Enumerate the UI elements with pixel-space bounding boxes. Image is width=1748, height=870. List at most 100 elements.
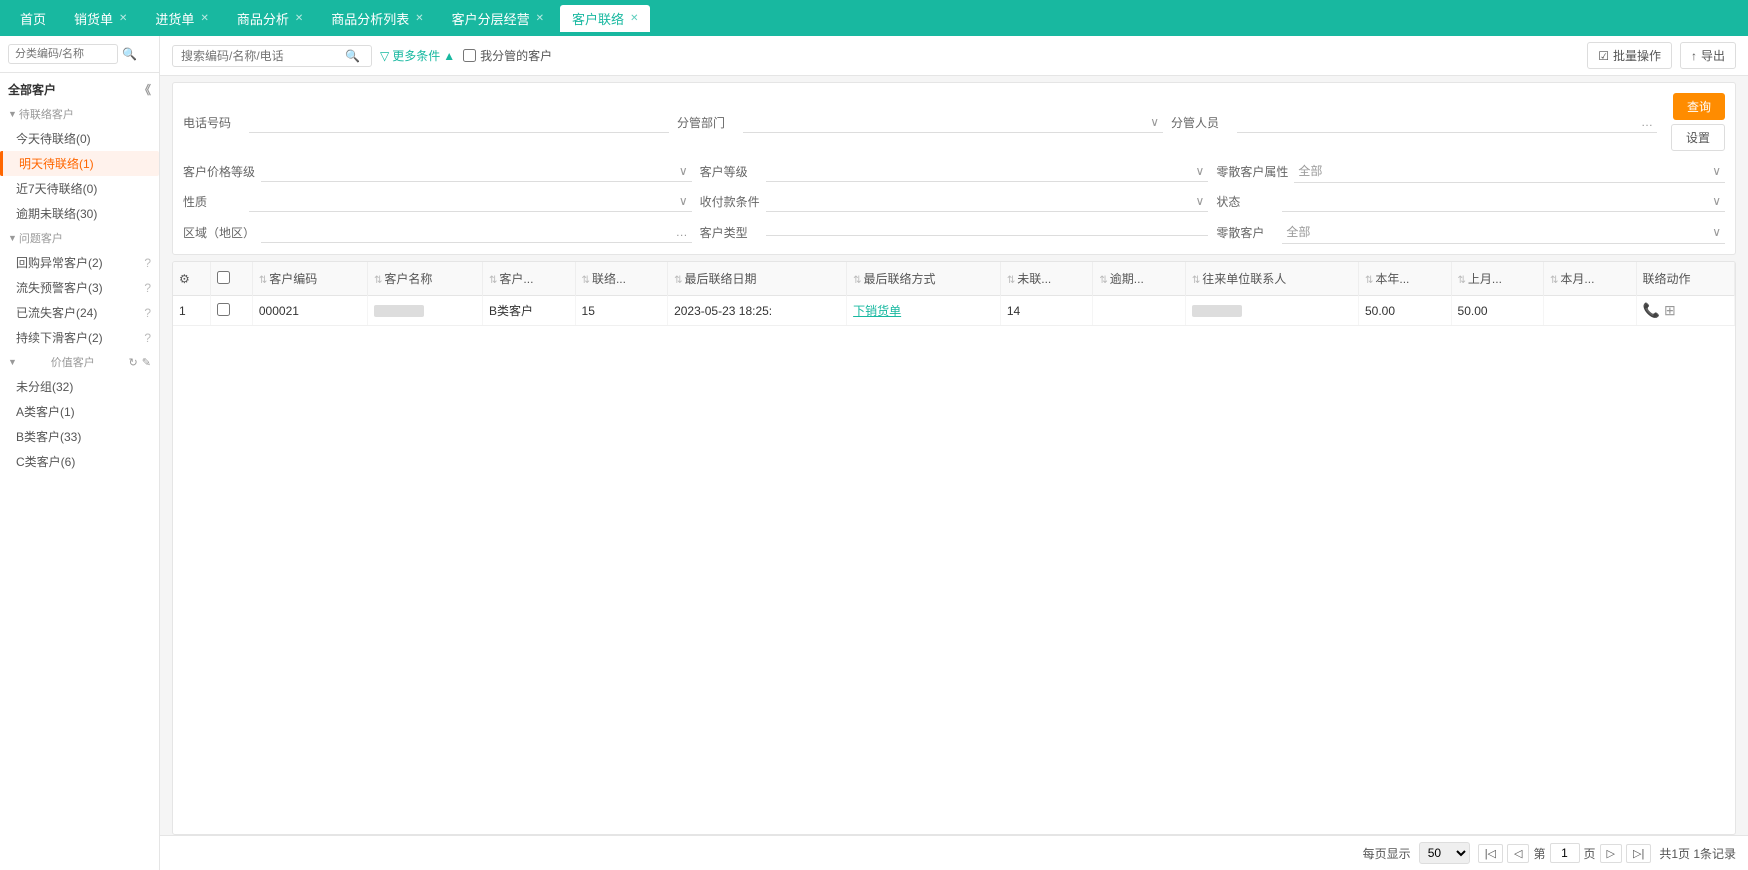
th-last-contact-method[interactable]: 最后联络方式 [847,262,1001,296]
nav-product-analysis[interactable]: 商品分析 ✕ [225,5,315,32]
last-page-btn[interactable]: ▷| [1626,844,1651,863]
th-last-month[interactable]: 上月... [1451,262,1544,296]
filter-customer-level: 客户等级 ∨ [700,161,1209,182]
sidebar-collapse-icon[interactable]: 《 [139,81,151,98]
filter-retail-customer-select[interactable]: 全部 ∨ [1282,220,1725,244]
more-conditions-label: 更多条件 [392,47,440,64]
sidebar-search-icon[interactable]: 🔍 [122,47,137,61]
th-type[interactable]: 客户... [483,262,576,296]
gear-icon[interactable]: ⚙ [179,272,190,286]
filter-person: 分管人员 … [1171,112,1657,133]
sidebar-item-tomorrow[interactable]: 明天待联络(1) [0,151,159,176]
edit-icon[interactable]: ✎ [142,356,151,369]
filter-customer-level-select[interactable]: ∨ [766,161,1209,182]
th-this-year[interactable]: 本年... [1359,262,1452,296]
td-checkbox [210,296,252,326]
sidebar-item-overdue[interactable]: 逾期未联络(30) [0,201,159,226]
nav-customer-segment-close[interactable]: ✕ [536,13,544,24]
batch-operation-btn[interactable]: ☑ 批量操作 [1587,42,1672,69]
sidebar-item-ungrouped[interactable]: 未分组(32) [0,374,159,399]
nav-sales-label: 销货单 [74,9,113,28]
filter-customer-type-label: 客户类型 [700,224,760,241]
my-customers-checkbox-label[interactable]: 我分管的客户 [463,47,552,64]
row-checkbox[interactable] [217,303,230,316]
nav-home[interactable]: 首页 [8,5,58,32]
sidebar-item-abnormal[interactable]: 回购异常客户(2) ? [0,250,159,275]
filter-gender-label: 性质 [183,193,243,210]
sidebar-item-today[interactable]: 今天待联络(0) [0,126,159,151]
th-overdue[interactable]: 逾期... [1093,262,1186,296]
chevron-down-icon-dept: ∨ [1150,115,1159,129]
sidebar-search-input[interactable] [8,44,118,64]
next-page-btn[interactable]: ▷ [1600,844,1622,863]
th-unreached[interactable]: 未联... [1000,262,1093,296]
sidebar-item-losing[interactable]: 流失预警客户(3) ? [0,275,159,300]
nav-sales-close[interactable]: ✕ [119,13,127,24]
first-page-btn[interactable]: |◁ [1478,844,1503,863]
sidebar-item-lost[interactable]: 已流失客户(24) ? [0,300,159,325]
th-this-month[interactable]: 本月... [1544,262,1637,296]
table-area: ⚙ 客户编码 客户名称 客户... 联络... 最后联络日期 最后联络方式 未联… [172,261,1736,835]
th-code[interactable]: 客户编码 [252,262,367,296]
filter-retail-attr-value: 全部 [1298,162,1322,179]
filter-row-2: 客户价格等级 ∨ 客户等级 ∨ 零散客户属性 全部 [183,159,1725,183]
nav-product-analysis-close[interactable]: ✕ [295,13,303,24]
nav-customer-contact[interactable]: 客户联络 ✕ [560,5,650,32]
main-search-input[interactable] [181,49,341,63]
nav-customer-segment[interactable]: 客户分层经营 ✕ [440,5,556,32]
th-last-contact-date[interactable]: 最后联络日期 [668,262,847,296]
per-page-select[interactable]: 50 100 200 [1419,842,1470,864]
filter-person-select[interactable]: … [1237,112,1657,133]
more-conditions-btn[interactable]: ▽ 更多条件 ▲ [380,47,455,64]
per-page-label: 每页显示 [1363,845,1411,862]
sidebar-item-classB[interactable]: B类客户(33) [0,424,159,449]
main-search-icon[interactable]: 🔍 [345,49,360,63]
filter-payment-label: 收付款条件 [700,193,760,210]
filter-phone-label: 电话号码 [183,114,243,131]
customer-name-blurred [374,305,424,317]
filter-region-label: 区域（地区） [183,224,255,241]
filter-retail-customer-label: 零散客户 [1216,224,1276,241]
filter-customer-type-select[interactable] [766,229,1209,236]
top-nav: 首页 销货单 ✕ 进货单 ✕ 商品分析 ✕ 商品分析列表 ✕ 客户分层经营 ✕ … [0,0,1748,36]
filter-phone-input[interactable] [249,112,669,133]
filter-region-dots[interactable]: … [676,225,688,239]
filter-retail-attr-label: 零散客户属性 [1216,163,1288,180]
th-unit-contact[interactable]: 往来单位联系人 [1185,262,1358,296]
filter-retail-attr-select[interactable]: 全部 ∨ [1294,159,1725,183]
filter-phone: 电话号码 [183,112,669,133]
th-name[interactable]: 客户名称 [367,262,482,296]
sidebar-group-problem: 问题客户 [0,226,159,250]
grid-icon[interactable]: ⊞ [1664,302,1676,319]
page-input[interactable] [1550,843,1580,863]
sidebar-item-classA[interactable]: A类客户(1) [0,399,159,424]
select-all-checkbox[interactable] [217,271,230,284]
filter-person-dots[interactable]: … [1641,115,1653,129]
nav-product-analysis-list[interactable]: 商品分析列表 ✕ [319,5,435,32]
refresh-icon[interactable]: ↻ [129,356,138,369]
prev-page-btn[interactable]: ◁ [1507,844,1529,863]
my-customers-checkbox[interactable] [463,49,476,62]
nav-sales[interactable]: 销货单 ✕ [62,5,139,32]
filter-payment-select[interactable]: ∨ [766,191,1209,212]
nav-purchase-close[interactable]: ✕ [200,13,208,24]
filter-status-select[interactable]: ∨ [1282,191,1725,212]
export-btn[interactable]: ↑ 导出 [1680,42,1736,69]
filter-gender-select[interactable]: ∨ [249,191,692,212]
last-contact-link[interactable]: 下销货单 [853,304,901,318]
phone-icon[interactable]: 📞 [1643,302,1660,319]
sidebar-item-declining[interactable]: 持续下滑客户(2) ? [0,325,159,350]
settings-btn[interactable]: 设置 [1671,124,1725,151]
nav-purchase[interactable]: 进货单 ✕ [143,5,220,32]
filter-region-select[interactable]: … [261,222,692,243]
filter-price-level-select[interactable]: ∨ [261,161,692,182]
chevron-down-icon-retail: ∨ [1712,164,1721,178]
nav-customer-contact-close[interactable]: ✕ [630,13,638,24]
th-contact[interactable]: 联络... [575,262,668,296]
th-checkbox [210,262,252,296]
filter-dept-select[interactable]: ∨ [743,112,1163,133]
sidebar-item-classC[interactable]: C类客户(6) [0,449,159,474]
nav-product-analysis-list-close[interactable]: ✕ [415,13,423,24]
query-btn[interactable]: 查询 [1673,93,1725,120]
sidebar-item-week[interactable]: 近7天待联络(0) [0,176,159,201]
